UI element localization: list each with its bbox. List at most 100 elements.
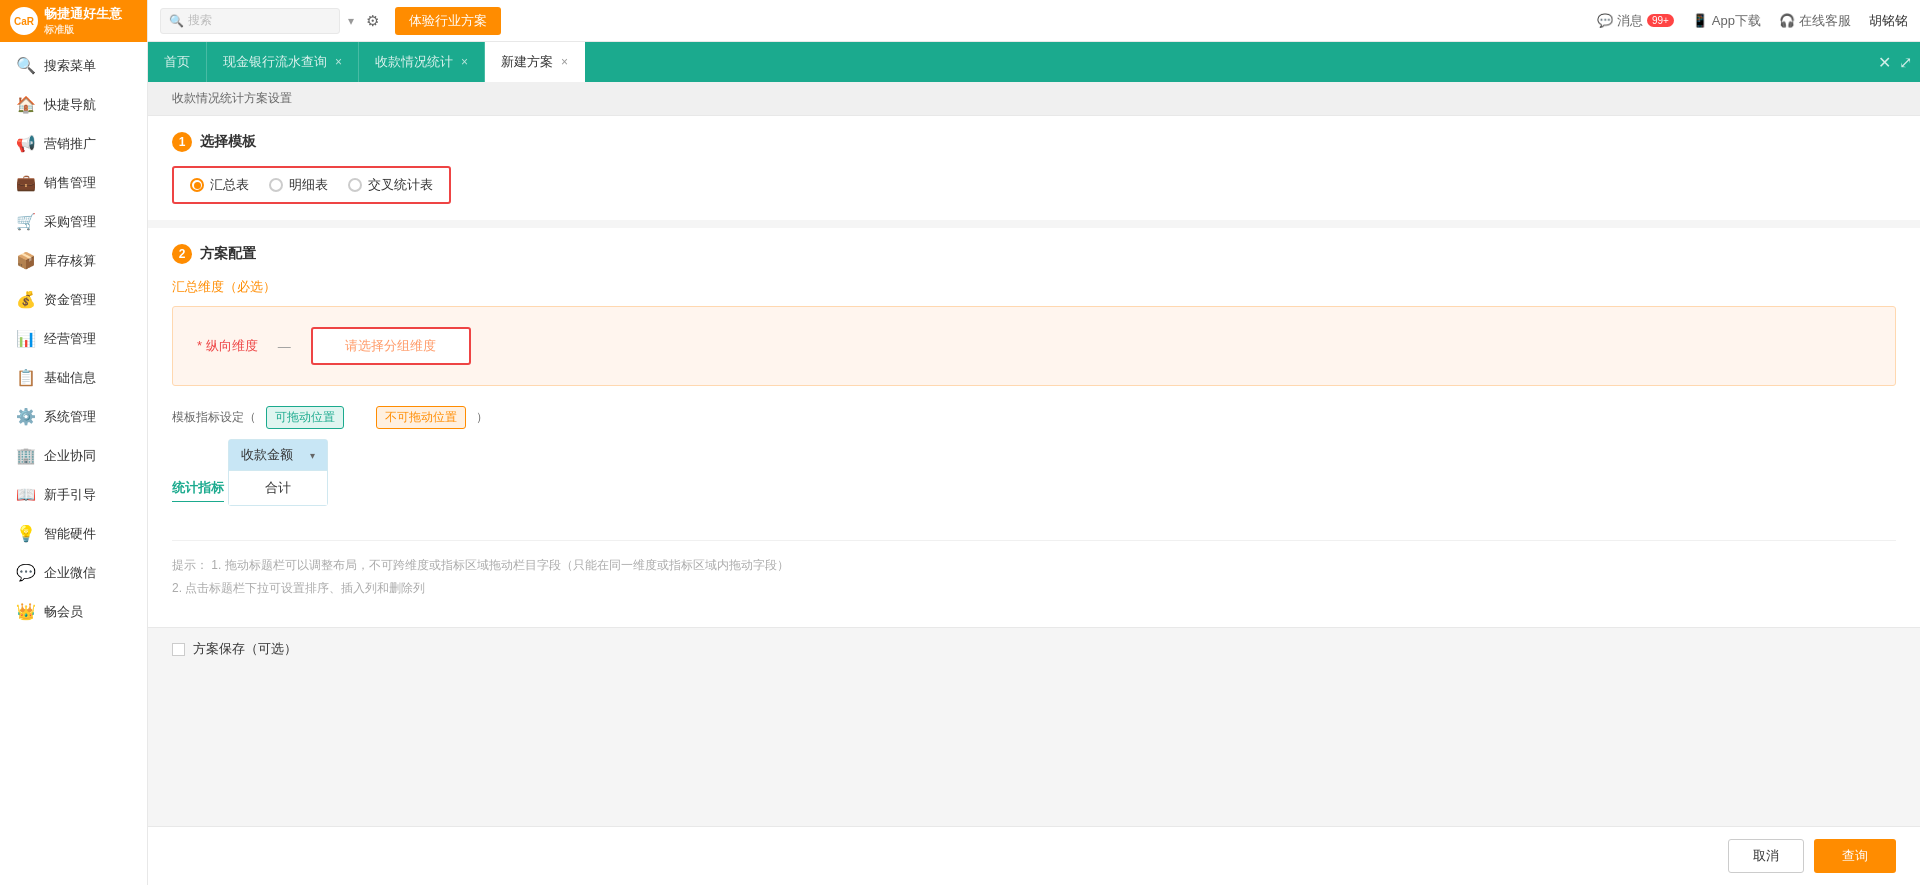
metrics-card-body: 合计 <box>229 471 327 505</box>
sidebar-icon-1: 🏠 <box>16 95 36 114</box>
trial-button[interactable]: 体验行业方案 <box>395 7 501 35</box>
sidebar-icon-5: 📦 <box>16 251 36 270</box>
sidebar-label-12: 智能硬件 <box>44 525 96 543</box>
radio-option-1[interactable]: 明细表 <box>269 176 328 194</box>
sidebar-item-10[interactable]: 🏢企业协同 <box>0 436 147 475</box>
customer-service-label: 在线客服 <box>1799 12 1851 30</box>
dropdown-icon: ▾ <box>310 450 315 461</box>
sidebar-icon-12: 💡 <box>16 524 36 543</box>
sidebar-item-7[interactable]: 📊经营管理 <box>0 319 147 358</box>
top-header: 🔍 搜索 ▾ ⚙ 体验行业方案 💬 消息 99+ 📱 App下载 🎧 在线客服 … <box>148 0 1920 42</box>
radio-circle-2 <box>348 178 362 192</box>
metrics-section: 模板指标设定（ 可拖动位置 不可拖动位置 ） 统计指标 收款金额 ▾ 合计 <box>172 406 1896 510</box>
gear-icon[interactable]: ⚙ <box>366 12 379 30</box>
cancel-button[interactable]: 取消 <box>1728 839 1804 873</box>
sidebar-item-2[interactable]: 📢营销推广 <box>0 124 147 163</box>
save-section: 方案保存（可选） <box>148 627 1920 670</box>
tip-0: 提示： 1. 拖动标题栏可以调整布局，不可跨维度或指标区域拖动栏目字段（只能在同… <box>172 557 1896 574</box>
tab-3[interactable]: 新建方案 × <box>485 42 585 82</box>
dimension-placeholder[interactable]: 请选择分组维度 <box>311 327 471 365</box>
logo-icon: CaR <box>10 7 38 35</box>
sidebar-item-11[interactable]: 📖 新手引导 <box>0 475 147 514</box>
tab-close-3[interactable]: × <box>561 55 568 69</box>
radio-label-2: 交叉统计表 <box>368 176 433 194</box>
draggable-badge: 可拖动位置 <box>266 406 344 429</box>
radio-label-0: 汇总表 <box>210 176 249 194</box>
footer-bar: 取消 查询 <box>148 826 1920 885</box>
step1-title: 选择模板 <box>200 133 256 151</box>
sidebar-item-13[interactable]: 💬企业微信 <box>0 553 147 592</box>
dimension-table: * 纵向维度 — 请选择分组维度 <box>172 306 1896 386</box>
sidebar-label-11: 新手引导 <box>44 486 96 504</box>
app-download-icon: 📱 <box>1692 13 1708 28</box>
metrics-label-row: 模板指标设定（ 可拖动位置 不可拖动位置 ） <box>172 406 1896 429</box>
tab-2[interactable]: 收款情况统计 × <box>359 42 485 82</box>
tab-close-2[interactable]: × <box>461 55 468 69</box>
page-content: 收款情况统计方案设置 1 选择模板 汇总表 明细表 交叉统计表 2 方案配置 <box>148 82 1920 826</box>
sidebar-item-5[interactable]: 📦库存核算 <box>0 241 147 280</box>
sidebar-item-0[interactable]: 🔍搜索菜单 <box>0 46 147 85</box>
step2-badge: 2 <box>172 244 192 264</box>
header-chevron-icon[interactable]: ▾ <box>348 14 354 28</box>
message-badge: 99+ <box>1647 14 1674 27</box>
sidebar-item-6[interactable]: 💰资金管理 <box>0 280 147 319</box>
sidebar-item-3[interactable]: 💼销售管理 <box>0 163 147 202</box>
sidebar-icon-13: 💬 <box>16 563 36 582</box>
main-area: 🔍 搜索 ▾ ⚙ 体验行业方案 💬 消息 99+ 📱 App下载 🎧 在线客服 … <box>148 0 1920 885</box>
maximize-icon[interactable]: ⤢ <box>1899 53 1912 72</box>
radio-option-0[interactable]: 汇总表 <box>190 176 249 194</box>
customer-service-button[interactable]: 🎧 在线客服 <box>1779 12 1851 30</box>
tab-1[interactable]: 现金银行流水查询 × <box>207 42 359 82</box>
sidebar-label-9: 系统管理 <box>44 408 96 426</box>
sidebar-item-1[interactable]: 🏠 快捷导航 <box>0 85 147 124</box>
sidebar-item-4[interactable]: 🛒采购管理 <box>0 202 147 241</box>
tab-0[interactable]: 首页 <box>148 42 207 82</box>
sidebar-icon-2: 📢 <box>16 134 36 153</box>
step2-title: 方案配置 <box>200 245 256 263</box>
sidebar-icon-8: 📋 <box>16 368 36 387</box>
sidebar-icon-11: 📖 <box>16 485 36 504</box>
sidebar-icon-7: 📊 <box>16 329 36 348</box>
step2-header: 2 方案配置 <box>172 244 1896 264</box>
sidebar-icon-9: ⚙️ <box>16 407 36 426</box>
logo-text: 畅捷通好生意 <box>44 5 122 23</box>
sidebar-item-12[interactable]: 💡 智能硬件 <box>0 514 147 553</box>
radio-circle-1 <box>269 178 283 192</box>
sidebar-item-14[interactable]: 👑 畅会员 <box>0 592 147 631</box>
message-button[interactable]: 💬 消息 99+ <box>1597 12 1674 30</box>
header-right: 💬 消息 99+ 📱 App下载 🎧 在线客服 胡铭铭 <box>1597 12 1908 30</box>
metrics-card-header[interactable]: 收款金额 ▾ <box>229 440 327 471</box>
metrics-config-suffix: ） <box>476 409 488 426</box>
step2-section: 2 方案配置 汇总维度（必选） * 纵向维度 — 请选择分组维度 模板 <box>148 228 1920 627</box>
tab-label-2: 收款情况统计 <box>375 53 453 71</box>
query-button[interactable]: 查询 <box>1814 839 1896 873</box>
sidebar-icon-14: 👑 <box>16 602 36 621</box>
sidebar-label-1: 快捷导航 <box>44 96 96 114</box>
sidebar: CaR 畅捷通好生意 标准版 🔍搜索菜单🏠快捷导航📢营销推广💼销售管理🛒采购管理… <box>0 0 148 885</box>
header-search-box[interactable]: 🔍 搜索 <box>160 8 340 34</box>
step1-header: 1 选择模板 <box>172 132 1896 152</box>
app-download-button[interactable]: 📱 App下载 <box>1692 12 1761 30</box>
tab-close-1[interactable]: × <box>335 55 342 69</box>
sidebar-icon-4: 🛒 <box>16 212 36 231</box>
message-icon: 💬 <box>1597 13 1613 28</box>
metrics-config-sep <box>354 409 366 426</box>
metrics-config-label: 模板指标设定（ <box>172 409 256 426</box>
close-all-icon[interactable]: ✕ <box>1878 53 1891 72</box>
tab-label-1: 现金银行流水查询 <box>223 53 327 71</box>
radio-label-1: 明细表 <box>289 176 328 194</box>
sidebar-label-14: 畅会员 <box>44 603 83 621</box>
save-label: 方案保存（可选） <box>193 640 297 658</box>
username-label: 胡铭铭 <box>1869 12 1908 30</box>
search-placeholder: 搜索 <box>188 12 212 29</box>
radio-option-2[interactable]: 交叉统计表 <box>348 176 433 194</box>
sidebar-item-8[interactable]: 📋基础信息 <box>0 358 147 397</box>
tab-controls: ✕ ⤢ <box>1870 42 1920 82</box>
sidebar-icon-10: 🏢 <box>16 446 36 465</box>
tab-label-3: 新建方案 <box>501 53 553 71</box>
metrics-card: 收款金额 ▾ 合计 <box>228 439 328 506</box>
metrics-title: 统计指标 <box>172 479 224 502</box>
save-checkbox[interactable] <box>172 643 185 656</box>
sidebar-item-9[interactable]: ⚙️ 系统管理 <box>0 397 147 436</box>
tab-label-0: 首页 <box>164 53 190 71</box>
